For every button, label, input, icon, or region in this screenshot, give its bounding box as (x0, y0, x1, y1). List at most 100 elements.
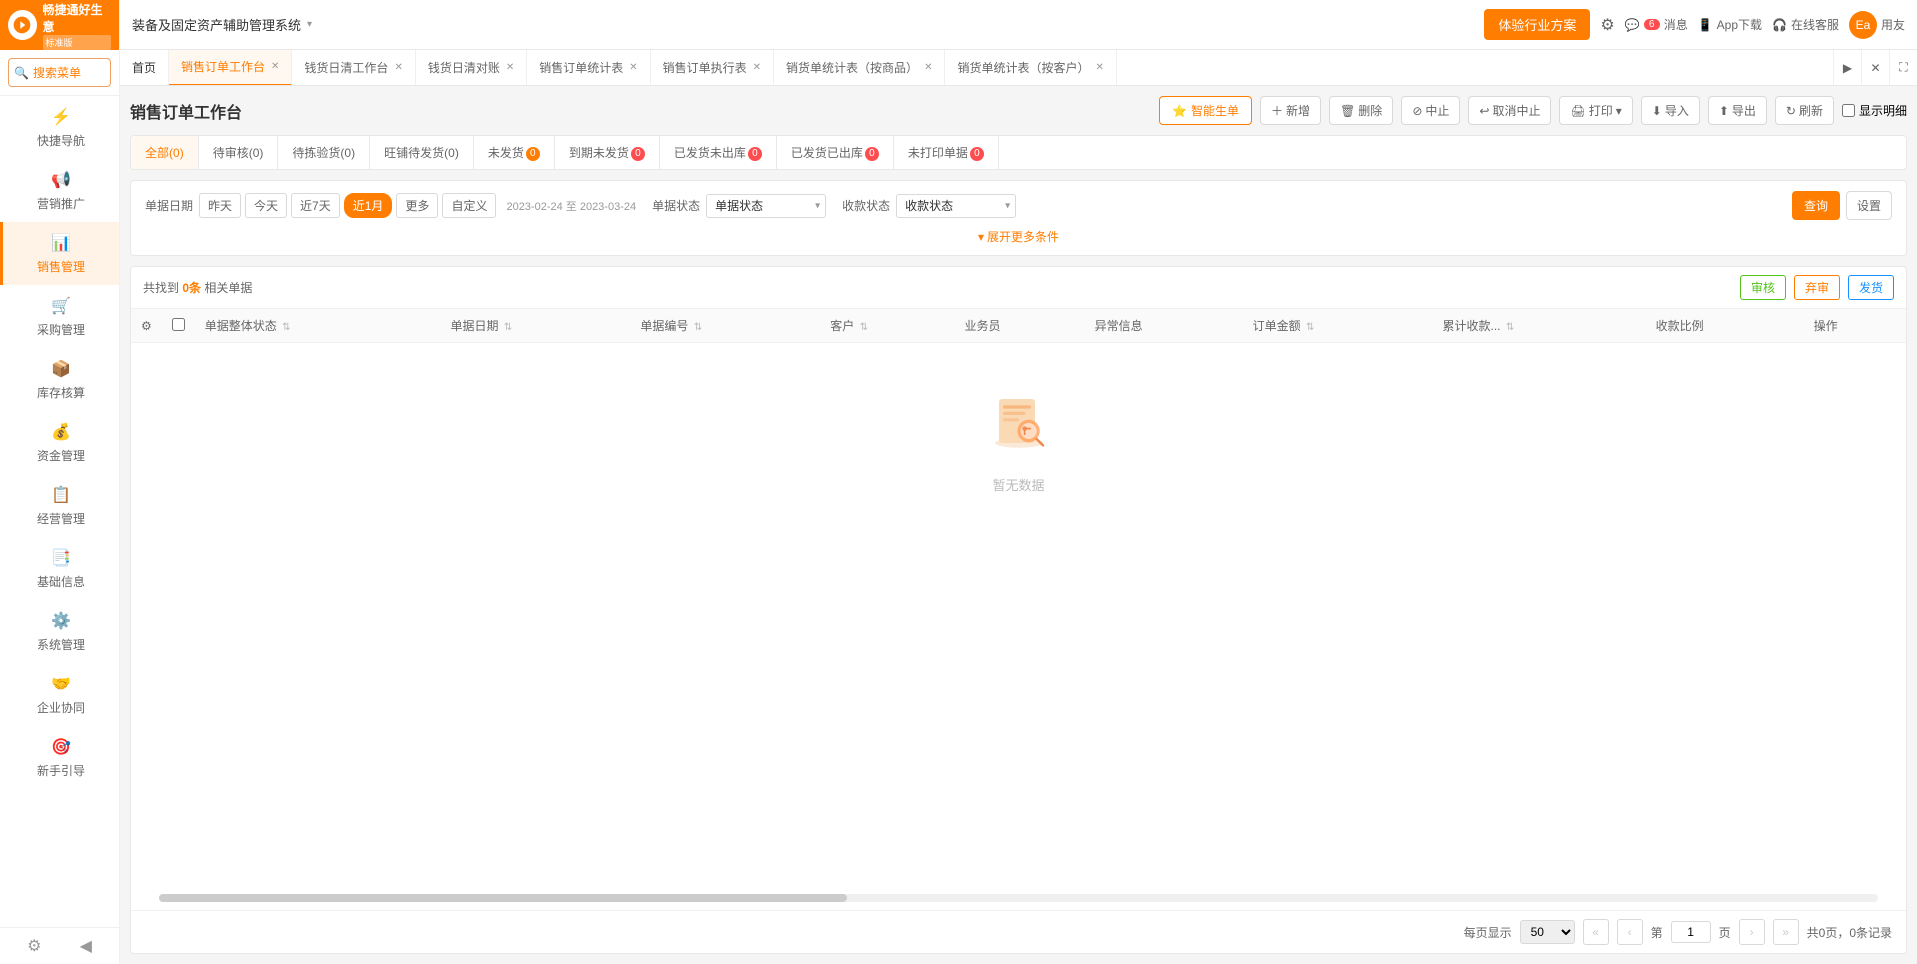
sidebar-item-finance[interactable]: 💰 资金管理 (0, 411, 119, 474)
import-button[interactable]: ⬇ 导入 (1641, 96, 1700, 125)
filter-date-1month[interactable]: 近1月 (344, 193, 393, 218)
tab-cash-daily[interactable]: 钱货日清工作台 ✕ (292, 50, 415, 86)
table-col-staff[interactable]: 业务员 (954, 309, 1084, 343)
filter-settings-button[interactable]: 设置 (1846, 191, 1892, 220)
query-button[interactable]: 查询 (1792, 191, 1840, 220)
subtab-shipped-not-out[interactable]: 已发货未出库0 (660, 136, 777, 169)
sidebar-item-system[interactable]: ⚙️ 系统管理 (0, 600, 119, 663)
table-col-number[interactable]: 单据编号 ⇅ (630, 309, 820, 343)
subtab-shipped-out[interactable]: 已发货已出库0 (777, 136, 894, 169)
pagination-next-button[interactable]: › (1739, 919, 1765, 945)
tab-close-cash-reconcile[interactable]: ✕ (506, 62, 514, 73)
table-col-customer[interactable]: 客户 ⇅ (820, 309, 954, 343)
tab-close-sales-summary-customer[interactable]: ✕ (1095, 62, 1103, 73)
topbar-settings-icon[interactable]: ⚙ (1600, 15, 1614, 35)
delete-button[interactable]: 🗑 删除 (1329, 96, 1393, 125)
filter-date-7days[interactable]: 近7天 (291, 193, 340, 218)
tab-close-all-button[interactable]: ✕ (1861, 50, 1889, 86)
table-col-checkbox[interactable] (162, 309, 195, 343)
sidebar-item-enterprise[interactable]: 🤝 企业协同 (0, 663, 119, 726)
sidebar-item-inventory[interactable]: 📦 库存核算 (0, 348, 119, 411)
tab-sales-summary-customer[interactable]: 销货单统计表（按客户） ✕ (945, 50, 1116, 86)
table-col-settings[interactable]: ⚙ (131, 309, 162, 343)
show-detail-checkbox-wrap[interactable]: 显示明细 (1842, 102, 1907, 119)
ship-button[interactable]: 发货 (1848, 275, 1894, 300)
new-button[interactable]: ＋ 新增 (1260, 96, 1321, 125)
refresh-button[interactable]: ↻ 刷新 (1775, 96, 1834, 125)
pagination-page-input[interactable] (1671, 921, 1711, 943)
subtab-all[interactable]: 全部(0) (131, 136, 199, 169)
filter-expand-button[interactable]: ▾ 展开更多条件 (978, 228, 1059, 245)
tab-sales-summary-product[interactable]: 销货单统计表（按商品） ✕ (774, 50, 945, 86)
sidebar-item-quick-nav[interactable]: ⚡ 快捷导航 (0, 96, 119, 159)
topbar-service[interactable]: 🎧 在线客服 (1772, 16, 1839, 33)
filter-date-today[interactable]: 今天 (245, 193, 287, 218)
search-icon: 🔍 (14, 66, 29, 80)
tab-close-cash-daily[interactable]: ✕ (394, 62, 402, 73)
select-all-checkbox[interactable] (172, 318, 185, 331)
show-detail-checkbox[interactable] (1842, 104, 1855, 117)
tab-sales-stat[interactable]: 销售订单统计表 ✕ (527, 50, 650, 86)
cancel-stop-button[interactable]: ↩ 取消中止 (1468, 96, 1551, 125)
logo-icon (8, 10, 37, 40)
subtab-pending-inspect[interactable]: 待拣验货(0) (278, 136, 370, 169)
tab-scroll-right-button[interactable]: ▶ (1833, 50, 1861, 86)
scroll-track[interactable] (159, 894, 1878, 902)
filter-date-yesterday[interactable]: 昨天 (199, 193, 241, 218)
filter-expand-row: ▾ 展开更多条件 (145, 228, 1892, 245)
sidebar-item-guide[interactable]: 🎯 新手引导 (0, 726, 119, 789)
solution-button[interactable]: 体验行业方案 (1484, 9, 1590, 40)
tab-fullscreen-button[interactable]: ⛶ (1889, 50, 1917, 86)
sidebar-item-operations[interactable]: 📋 经营管理 (0, 474, 119, 537)
sidebar-item-purchase[interactable]: 🛒 采购管理 (0, 285, 119, 348)
pagination-first-button[interactable]: « (1583, 919, 1609, 945)
empty-icon (979, 383, 1059, 463)
sidebar-collapse-button[interactable]: ◀ (80, 936, 92, 956)
topbar-message[interactable]: 💬 6 消息 (1625, 16, 1688, 33)
search-menu-button[interactable]: 🔍 搜索菜单 (8, 58, 111, 87)
table-col-abnormal[interactable]: 异常信息 (1085, 309, 1243, 343)
filter-payment-select[interactable]: 收款状态 (896, 194, 1016, 218)
guide-icon: 🎯 (50, 736, 72, 758)
sidebar-item-sales[interactable]: 📊 销售管理 (0, 222, 119, 285)
scroll-thumb[interactable] (159, 894, 847, 902)
expand-arrow-icon: ▾ (978, 230, 984, 244)
print-button[interactable]: 🖨 打印 ▾ (1559, 96, 1632, 125)
tab-close-sales-workbench[interactable]: ✕ (271, 61, 279, 72)
table-scroll[interactable]: ⚙ 单据整体状态 ⇅ 单据日期 ⇅ 单据编号 (131, 309, 1906, 886)
subtab-unshipped[interactable]: 未发货0 (474, 136, 555, 169)
filter-date-more[interactable]: 更多 (396, 193, 438, 218)
filter-date-custom[interactable]: 自定义 (442, 193, 496, 218)
sidebar-nav: ⚡ 快捷导航 📢 营销推广 📊 销售管理 🛒 采购管理 📦 库存核算 💰 资金管… (0, 96, 119, 927)
smart-generate-button[interactable]: ⭐ 智能生单 (1159, 96, 1252, 125)
approve-button[interactable]: 审核 (1740, 275, 1786, 300)
subtab-unprinted[interactable]: 未打印单据0 (894, 136, 999, 169)
table-col-received[interactable]: 累计收款... ⇅ (1433, 309, 1646, 343)
pagination-prev-button[interactable]: ‹ (1617, 919, 1643, 945)
subtab-overdue-unshipped[interactable]: 到期未发货0 (555, 136, 660, 169)
page-header: 销售订单工作台 ⭐ 智能生单 ＋ 新增 🗑 删除 ⊘ 中止 (130, 96, 1907, 125)
tab-sales-exec[interactable]: 销售订单执行表 ✕ (651, 50, 774, 86)
export-button[interactable]: ⬆ 导出 (1708, 96, 1767, 125)
tab-sales-workbench[interactable]: 销售订单工作台 ✕ (169, 50, 292, 86)
per-page-select[interactable]: 50 10 20 100 (1520, 920, 1575, 944)
tab-cash-reconcile[interactable]: 钱货日清对账 ✕ (416, 50, 527, 86)
filter-status-select[interactable]: 单据状态 (706, 194, 826, 218)
subtab-wangpu[interactable]: 旺铺待发货(0) (370, 136, 474, 169)
stop-button[interactable]: ⊘ 中止 (1401, 96, 1460, 125)
sidebar-item-marketing[interactable]: 📢 营销推广 (0, 159, 119, 222)
topbar-app-download[interactable]: 📱 App下载 (1698, 16, 1762, 33)
topbar-user[interactable]: Ea 用友 (1849, 11, 1905, 39)
revoke-button[interactable]: 弃审 (1794, 275, 1840, 300)
sidebar-settings-button[interactable]: ⚙ (27, 936, 41, 956)
table-col-date[interactable]: 单据日期 ⇅ (440, 309, 630, 343)
tab-close-sales-exec[interactable]: ✕ (753, 62, 761, 73)
table-col-status[interactable]: 单据整体状态 ⇅ (195, 309, 441, 343)
table-col-amount[interactable]: 订单金额 ⇅ (1243, 309, 1433, 343)
sidebar-item-basic[interactable]: 📑 基础信息 (0, 537, 119, 600)
pagination-last-button[interactable]: » (1773, 919, 1799, 945)
subtab-pending-review[interactable]: 待审核(0) (199, 136, 279, 169)
tab-home[interactable]: 首页 (120, 50, 169, 86)
tab-close-sales-summary-product[interactable]: ✕ (924, 62, 932, 73)
tab-close-sales-stat[interactable]: ✕ (629, 62, 637, 73)
